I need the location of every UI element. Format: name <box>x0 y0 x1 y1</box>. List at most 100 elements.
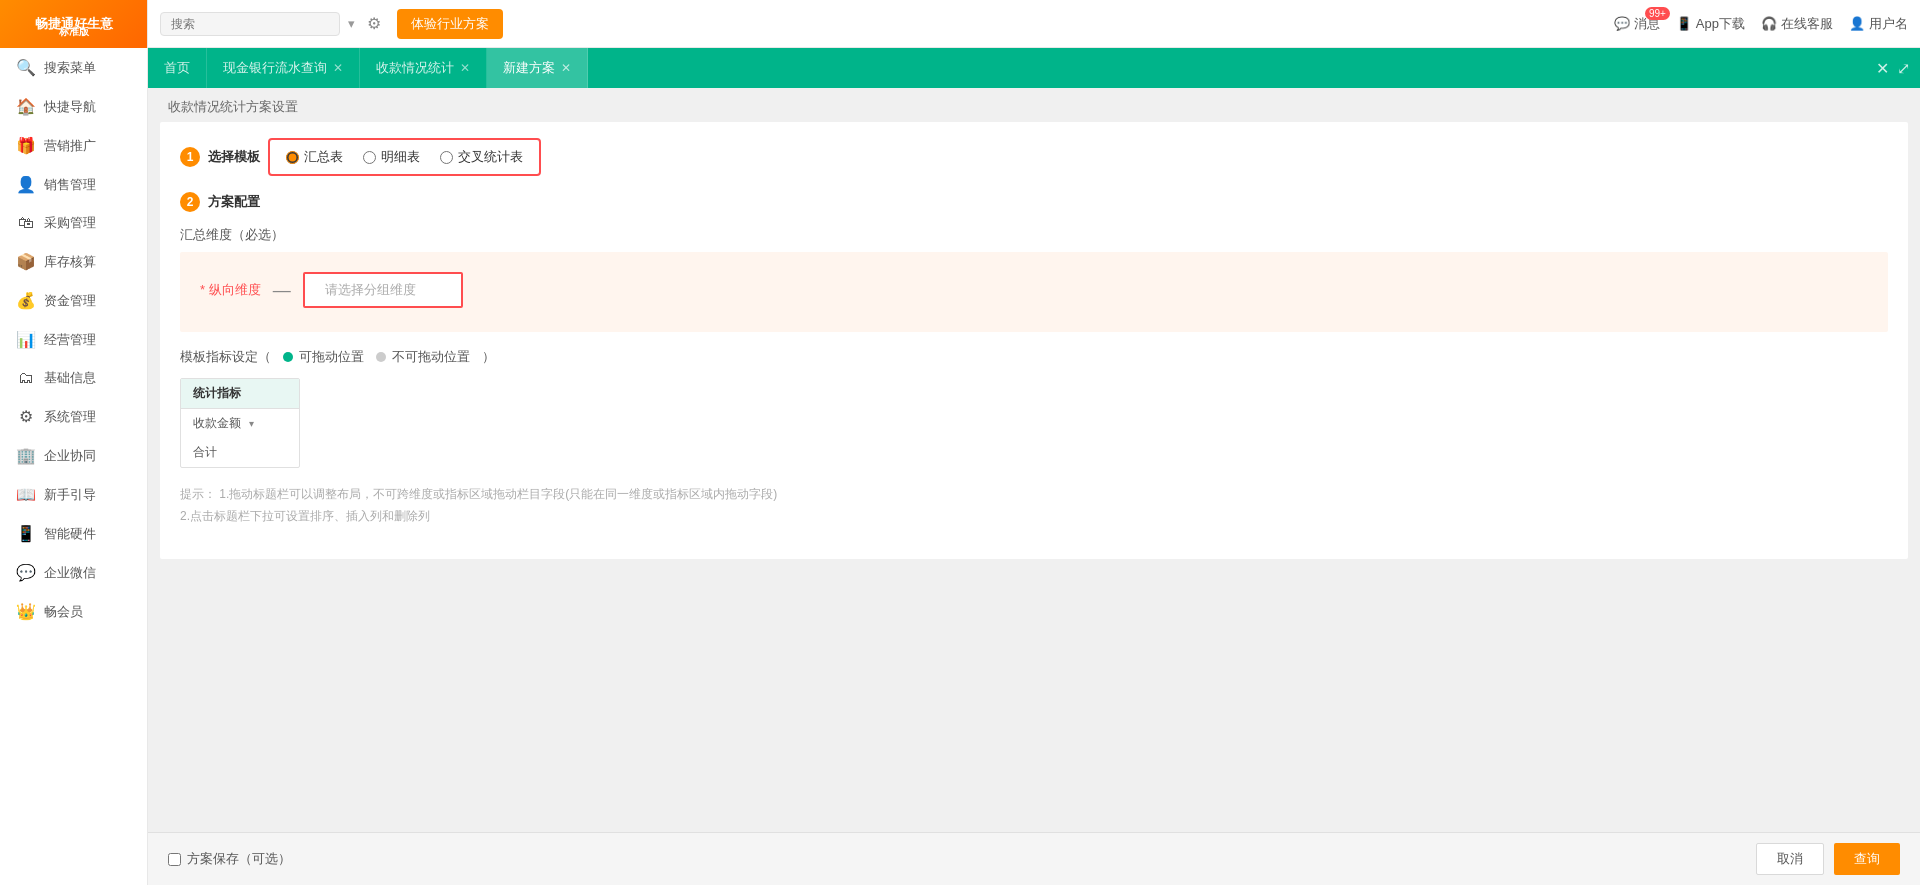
notification-icon: 💬 <box>1614 16 1630 31</box>
sidebar-item-purchase[interactable]: 🛍 采购管理 <box>0 204 147 242</box>
sidebar-item-enterprise[interactable]: 🏢 企业协同 <box>0 436 147 475</box>
user-avatar: 👤 <box>1849 16 1865 31</box>
box-icon: 📦 <box>16 252 36 271</box>
main-area: ▾ ⚙ 体验行业方案 💬 消息 99+ 📱 App下载 🎧 在线客服 👤 用户名 <box>148 0 1920 885</box>
sidebar-item-enterprise-wechat[interactable]: 💬 企业微信 <box>0 553 147 592</box>
sidebar-item-capital[interactable]: 💰 资金管理 <box>0 281 147 320</box>
metrics-row1-arrow[interactable]: ▾ <box>249 418 254 429</box>
folder-icon: 🗂 <box>16 369 36 387</box>
tab-bank-flow[interactable]: 现金银行流水查询 ✕ <box>207 48 360 88</box>
dimension-select[interactable]: 请选择分组维度 <box>303 272 463 308</box>
money-icon: 💰 <box>16 291 36 310</box>
content-area: 收款情况统计方案设置 1 选择模板 汇总表 <box>148 88 1920 832</box>
chat-icon: 💬 <box>16 563 36 582</box>
radio-cross[interactable]: 交叉统计表 <box>440 148 523 166</box>
form-card: 1 选择模板 汇总表 明细表 <box>160 122 1908 559</box>
tab-new-plan[interactable]: 新建方案 ✕ <box>487 48 588 88</box>
step1-section: 1 选择模板 汇总表 明细表 <box>180 138 1888 176</box>
logo-sub: 标准版 <box>59 25 89 39</box>
sidebar-item-member[interactable]: 👑 畅会员 <box>0 592 147 631</box>
trial-btn[interactable]: 体验行业方案 <box>397 9 503 39</box>
tab-close-all-icon[interactable]: ✕ <box>1876 59 1889 78</box>
sidebar-item-new-guide[interactable]: 📖 新手引导 <box>0 475 147 514</box>
dimension-arrow-icon: — <box>273 280 291 301</box>
sidebar-item-sales[interactable]: 👤 销售管理 <box>0 165 147 204</box>
save-checkbox-label[interactable]: 方案保存（可选） <box>168 850 291 868</box>
metrics-row1[interactable]: 收款金额 ▾ <box>181 409 299 438</box>
radio-summary-input[interactable] <box>286 151 299 164</box>
step1-num: 1 <box>180 147 200 167</box>
home-icon: 🏠 <box>16 97 36 116</box>
save-checkbox-input[interactable] <box>168 853 181 866</box>
bag-icon: 🛍 <box>16 214 36 232</box>
tab-expand-icon[interactable]: ⤢ <box>1897 59 1910 78</box>
bottom-actions: 取消 查询 <box>1756 843 1900 875</box>
metrics-table-header: 统计指标 <box>181 379 299 409</box>
fixed-label: 不可拖动位置 <box>392 348 470 366</box>
online-service-item[interactable]: 🎧 在线客服 <box>1761 15 1833 33</box>
building-icon: 🏢 <box>16 446 36 465</box>
step2-section: 2 方案配置 汇总维度（必选） * 纵向维度 — 请选择分组维度 <box>180 192 1888 527</box>
step2-header: 2 方案配置 <box>180 192 1888 212</box>
radio-cross-input[interactable] <box>440 151 453 164</box>
metrics-table: 统计指标 收款金额 ▾ 合计 <box>180 378 300 468</box>
fixed-dot <box>376 352 386 362</box>
sidebar-item-sys-mgmt[interactable]: ⚙ 系统管理 <box>0 397 147 436</box>
user-icon: 👤 <box>16 175 36 194</box>
sidebar-item-search-menu[interactable]: 🔍 搜索菜单 <box>0 48 147 87</box>
sidebar-item-basic-info[interactable]: 🗂 基础信息 <box>0 359 147 397</box>
dimension-title: 汇总维度（必选） <box>180 226 1888 244</box>
mobile-icon: 📱 <box>16 524 36 543</box>
step1-header: 1 选择模板 汇总表 明细表 <box>180 138 1888 176</box>
search-input[interactable] <box>160 12 340 36</box>
dimension-row-label: * 纵向维度 <box>200 281 261 299</box>
metrics-title-end: ） <box>482 348 495 366</box>
radio-detail[interactable]: 明细表 <box>363 148 420 166</box>
settings-icon[interactable]: ⚙ <box>367 14 381 33</box>
toggle-movable: 可拖动位置 <box>283 348 364 366</box>
topbar-dropdown-arrow[interactable]: ▾ <box>348 16 355 31</box>
template-selection-box: 汇总表 明细表 交叉统计表 <box>268 138 541 176</box>
radio-summary[interactable]: 汇总表 <box>286 148 343 166</box>
query-button[interactable]: 查询 <box>1834 843 1900 875</box>
radio-detail-input[interactable] <box>363 151 376 164</box>
dimension-config: 汇总维度（必选） * 纵向维度 — 请选择分组维度 <box>180 226 1888 332</box>
metrics-section: 模板指标设定（ 可拖动位置 不可拖动位置 ） <box>180 348 1888 527</box>
sidebar-logo: 畅捷通好生意 标准版 <box>0 0 147 48</box>
movable-dot <box>283 352 293 362</box>
topbar: ▾ ⚙ 体验行业方案 💬 消息 99+ 📱 App下载 🎧 在线客服 👤 用户名 <box>148 0 1920 48</box>
step2-num: 2 <box>180 192 200 212</box>
sidebar: 畅捷通好生意 标准版 🔍 搜索菜单 🏠 快捷导航 🎁 营销推广 👤 销售管理 🛍… <box>0 0 148 885</box>
movable-label: 可拖动位置 <box>299 348 364 366</box>
search-menu-icon: 🔍 <box>16 58 36 77</box>
sidebar-item-smart-hw[interactable]: 📱 智能硬件 <box>0 514 147 553</box>
toggle-fixed: 不可拖动位置 <box>376 348 470 366</box>
chart-icon: 📊 <box>16 330 36 349</box>
step2-title: 方案配置 <box>208 193 260 211</box>
page-title: 收款情况统计方案设置 <box>148 88 1920 122</box>
tabbar: 首页 现金银行流水查询 ✕ 收款情况统计 ✕ 新建方案 ✕ ✕ ⤢ <box>148 48 1920 88</box>
tab-home[interactable]: 首页 <box>148 48 207 88</box>
download-icon: 📱 <box>1676 16 1692 31</box>
notification-badge: 99+ <box>1645 7 1670 20</box>
dimension-area: * 纵向维度 — 请选择分组维度 <box>180 252 1888 332</box>
service-icon: 🎧 <box>1761 16 1777 31</box>
tab-close-bank-flow[interactable]: ✕ <box>333 61 343 75</box>
sidebar-item-inventory[interactable]: 📦 库存核算 <box>0 242 147 281</box>
sidebar-item-operations[interactable]: 📊 经营管理 <box>0 320 147 359</box>
notification-item[interactable]: 💬 消息 99+ <box>1614 15 1660 33</box>
tab-close-collection-stats[interactable]: ✕ <box>460 61 470 75</box>
book-icon: 📖 <box>16 485 36 504</box>
app-download-item[interactable]: 📱 App下载 <box>1676 15 1745 33</box>
topbar-right: 💬 消息 99+ 📱 App下载 🎧 在线客服 👤 用户名 <box>1614 15 1908 33</box>
tab-collection-stats[interactable]: 收款情况统计 ✕ <box>360 48 487 88</box>
tabbar-actions: ✕ ⤢ <box>1866 48 1920 88</box>
sidebar-item-quick-nav[interactable]: 🏠 快捷导航 <box>0 87 147 126</box>
cancel-button[interactable]: 取消 <box>1756 843 1824 875</box>
metrics-row2: 合计 <box>181 438 299 467</box>
sidebar-item-marketing[interactable]: 🎁 营销推广 <box>0 126 147 165</box>
user-item[interactable]: 👤 用户名 <box>1849 15 1908 33</box>
bottom-bar: 方案保存（可选） 取消 查询 <box>148 832 1920 885</box>
tab-close-new-plan[interactable]: ✕ <box>561 61 571 75</box>
metrics-toggle-row: 模板指标设定（ 可拖动位置 不可拖动位置 ） <box>180 348 1888 366</box>
